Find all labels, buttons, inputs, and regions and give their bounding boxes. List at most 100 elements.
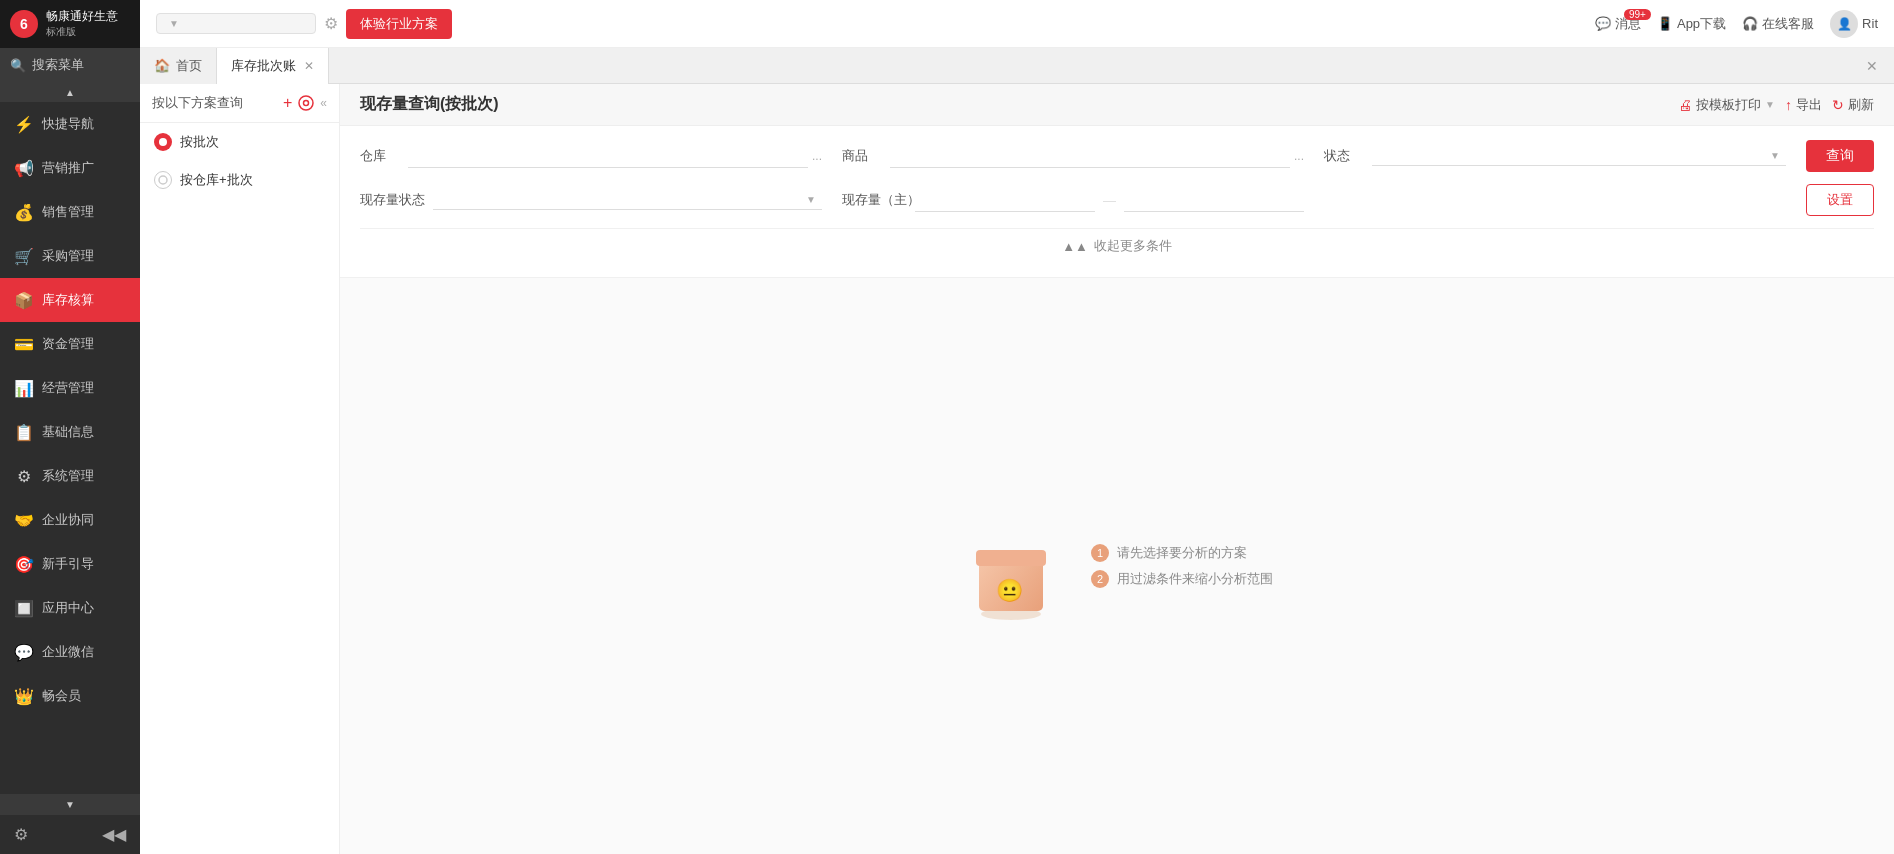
- filter-panel-actions: + «: [283, 94, 327, 112]
- system-icon: ⚙: [14, 466, 34, 486]
- sidebar-item-finance[interactable]: 💳 资金管理: [0, 322, 140, 366]
- notifications-btn[interactable]: 💬 消息 99+: [1595, 15, 1641, 33]
- app-download-btn[interactable]: 📱 App下载: [1657, 15, 1726, 33]
- online-service-btn[interactable]: 🎧 在线客服: [1742, 15, 1814, 33]
- finance-icon: 💳: [14, 334, 34, 354]
- settings-icon[interactable]: ⚙: [14, 825, 28, 844]
- scheme-inactive-icon: [154, 171, 172, 189]
- product-dots[interactable]: ...: [1294, 149, 1304, 163]
- sidebar-item-system[interactable]: ⚙ 系统管理: [0, 454, 140, 498]
- search-chevron-icon: ▼: [169, 18, 179, 29]
- app-info: 畅康通好生意 标准版: [46, 9, 118, 39]
- settings-btn[interactable]: 设置: [1806, 184, 1874, 216]
- tab-close-btn[interactable]: ✕: [304, 59, 314, 73]
- tab-inventory-batch[interactable]: 库存批次账 ✕: [217, 48, 329, 84]
- experience-btn[interactable]: 体验行业方案: [346, 9, 452, 39]
- query-btn[interactable]: 查询: [1806, 140, 1874, 172]
- sidebar-item-label: 畅会员: [42, 687, 81, 705]
- inventory-icon: 📦: [14, 290, 34, 310]
- stock-quantity-range: —: [915, 188, 1304, 212]
- sidebar-menu: ⚡ 快捷导航 📢 营销推广 💰 销售管理 🛒 采购管理 📦 库存核算 💳 资金管…: [0, 102, 140, 794]
- sidebar-item-label: 基础信息: [42, 423, 94, 441]
- scheme-settings-btn[interactable]: [298, 95, 314, 111]
- quick-nav-icon: ⚡: [14, 114, 34, 134]
- scroll-down-btn[interactable]: ▼: [0, 794, 140, 814]
- basic-info-icon: 📋: [14, 422, 34, 442]
- svg-point-0: [299, 96, 313, 110]
- sidebar-item-guide[interactable]: 🎯 新手引导: [0, 542, 140, 586]
- left-filter-panel: 按以下方案查询 + « 按批次: [140, 84, 340, 854]
- search-bar[interactable]: ▼: [156, 13, 316, 34]
- page-header: 现存量查询(按批次) 🖨 按模板打印 ▼ ↑ 导出 ↻ 刷新: [340, 84, 1894, 126]
- message-icon: 💬: [1595, 16, 1611, 31]
- empty-state: 😐 1 请先选择要分析的方案: [340, 278, 1894, 854]
- empty-tip-1: 1 请先选择要分析的方案: [1091, 544, 1273, 562]
- warehouse-input[interactable]: [408, 144, 808, 168]
- svg-point-1: [304, 101, 309, 106]
- sidebar-item-wechat[interactable]: 💬 企业微信: [0, 630, 140, 674]
- status-select[interactable]: ▼: [1372, 146, 1786, 166]
- stock-quantity-max[interactable]: [1124, 188, 1304, 212]
- sidebar-item-inventory[interactable]: 📦 库存核算: [0, 278, 140, 322]
- sidebar-item-purchase[interactable]: 🛒 采购管理: [0, 234, 140, 278]
- collapse-panel-btn[interactable]: «: [320, 96, 327, 110]
- refresh-btn[interactable]: ↻ 刷新: [1832, 96, 1874, 114]
- sidebar-item-member[interactable]: 👑 畅会员: [0, 674, 140, 718]
- collapse-filter-label: 收起更多条件: [1094, 237, 1172, 255]
- sidebar-item-app-center[interactable]: 🔲 应用中心: [0, 586, 140, 630]
- refresh-label: 刷新: [1848, 96, 1874, 114]
- sidebar-item-label: 销售管理: [42, 203, 94, 221]
- collapse-filter-btn[interactable]: ▲▲ 收起更多条件: [360, 228, 1874, 263]
- status-filter: 状态 ▼: [1324, 146, 1786, 166]
- product-input[interactable]: [890, 144, 1290, 168]
- service-icon: 🎧: [1742, 16, 1758, 31]
- warehouse-filter: 仓库 ...: [360, 144, 822, 168]
- filter-panel-header: 按以下方案查询 + «: [140, 84, 339, 123]
- empty-tips: 1 请先选择要分析的方案 2 用过滤条件来缩小分析范围: [1091, 544, 1273, 588]
- scroll-up-btn[interactable]: ▲: [0, 82, 140, 102]
- collapse-icon[interactable]: ◀◀: [102, 825, 126, 844]
- scheme-warehouse-batch[interactable]: 按仓库+批次: [140, 161, 339, 199]
- user-menu[interactable]: 👤 Rit: [1830, 10, 1878, 38]
- user-avatar: 👤: [1830, 10, 1858, 38]
- topbar: ▼ ⚙ 体验行业方案 💬 消息 99+ 📱 App下载 🎧 在线客服 👤: [140, 0, 1894, 48]
- scheme-active-icon: [154, 133, 172, 151]
- sidebar-item-label: 应用中心: [42, 599, 94, 617]
- product-label: 商品: [842, 147, 882, 165]
- svg-rect-6: [976, 550, 1046, 566]
- range-separator: —: [1103, 193, 1116, 208]
- add-scheme-btn[interactable]: +: [283, 94, 292, 112]
- guide-icon: 🎯: [14, 554, 34, 574]
- sidebar-item-operations[interactable]: 📊 经营管理: [0, 366, 140, 410]
- stock-quantity-min[interactable]: [915, 188, 1095, 212]
- member-icon: 👑: [14, 686, 34, 706]
- status-select-arrow: ▼: [1770, 150, 1780, 161]
- sidebar-item-marketing[interactable]: 📢 营销推广: [0, 146, 140, 190]
- content-area: 按以下方案查询 + « 按批次: [140, 84, 1894, 854]
- search-label: 搜索菜单: [32, 56, 84, 74]
- tabbar-close-all-btn[interactable]: ✕: [1866, 58, 1878, 74]
- app-download-icon: 📱: [1657, 16, 1673, 31]
- sidebar-item-enterprise[interactable]: 🤝 企业协同: [0, 498, 140, 542]
- sidebar-item-quick-nav[interactable]: ⚡ 快捷导航: [0, 102, 140, 146]
- tip-num-2: 2: [1091, 570, 1109, 588]
- sidebar-footer: ⚙ ◀◀: [0, 814, 140, 854]
- export-btn[interactable]: ↑ 导出: [1785, 96, 1822, 114]
- topbar-gear-icon[interactable]: ⚙: [324, 14, 338, 33]
- tab-home[interactable]: 🏠 首页: [140, 48, 217, 84]
- stock-status-arrow: ▼: [806, 194, 816, 205]
- status-label: 状态: [1324, 147, 1364, 165]
- filter-row-2: 现存量状态 ▼ 现存量（主） —: [360, 184, 1874, 216]
- sidebar-item-sales[interactable]: 💰 销售管理: [0, 190, 140, 234]
- online-service-label: 在线客服: [1762, 15, 1814, 33]
- scheme-warehouse-batch-label: 按仓库+批次: [180, 171, 253, 189]
- scheme-batch[interactable]: 按批次: [140, 123, 339, 161]
- sidebar-item-label: 资金管理: [42, 335, 94, 353]
- svg-point-3: [159, 176, 167, 184]
- warehouse-dots[interactable]: ...: [812, 149, 822, 163]
- print-btn[interactable]: 🖨 按模板打印 ▼: [1678, 96, 1775, 114]
- right-main-panel: 现存量查询(按批次) 🖨 按模板打印 ▼ ↑ 导出 ↻ 刷新: [340, 84, 1894, 854]
- sidebar-item-basic-info[interactable]: 📋 基础信息: [0, 410, 140, 454]
- stock-status-select[interactable]: ▼: [433, 190, 822, 210]
- sidebar-search[interactable]: 🔍 搜索菜单: [0, 48, 140, 82]
